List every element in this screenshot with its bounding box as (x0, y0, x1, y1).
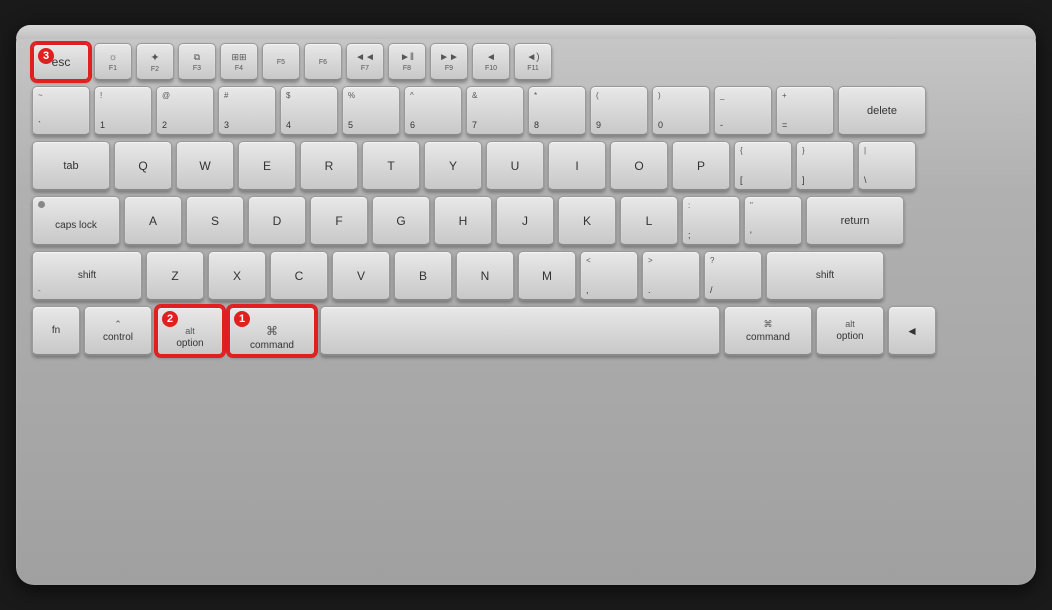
f5-key[interactable]: F5 (262, 43, 300, 81)
left-shift-key[interactable]: shift - (32, 251, 142, 301)
left-arrow-key[interactable]: ◄ (888, 306, 936, 356)
o-key[interactable]: O (610, 141, 668, 191)
delete-key[interactable]: delete (838, 86, 926, 136)
2-key[interactable]: @ 2 (156, 86, 214, 136)
space-key[interactable] (320, 306, 720, 356)
g-key[interactable]: G (372, 196, 430, 246)
tilde-key[interactable]: ~ ` (32, 86, 90, 136)
asdf-row: caps lock A S D F G H J K L : ; " ' retu… (32, 196, 1020, 246)
6-key[interactable]: ^ 6 (404, 86, 462, 136)
right-shift-key[interactable]: shift (766, 251, 884, 301)
b-key[interactable]: B (394, 251, 452, 301)
a-key[interactable]: A (124, 196, 182, 246)
fn-row: 3 esc ☼ F1 ✦ F2 ⧉ F3 ⊞⊞ F (32, 43, 1020, 81)
esc-key[interactable]: 3 esc (32, 43, 90, 81)
t-key[interactable]: T (362, 141, 420, 191)
m-key[interactable]: M (518, 251, 576, 301)
w-key[interactable]: W (176, 141, 234, 191)
y-key[interactable]: Y (424, 141, 482, 191)
f7-key[interactable]: ◄◄ F7 (346, 43, 384, 81)
semicolon-key[interactable]: : ; (682, 196, 740, 246)
f6-key[interactable]: F6 (304, 43, 342, 81)
badge-1: 1 (234, 311, 250, 327)
minus-key[interactable]: _ - (714, 86, 772, 136)
right-command-key[interactable]: ⌘ command (724, 306, 812, 356)
f4-key[interactable]: ⊞⊞ F4 (220, 43, 258, 81)
f3-key[interactable]: ⧉ F3 (178, 43, 216, 81)
backslash-key[interactable]: | \ (858, 141, 916, 191)
s-key[interactable]: S (186, 196, 244, 246)
z-key[interactable]: Z (146, 251, 204, 301)
8-key[interactable]: * 8 (528, 86, 586, 136)
e-key[interactable]: E (238, 141, 296, 191)
h-key[interactable]: H (434, 196, 492, 246)
v-key[interactable]: V (332, 251, 390, 301)
qwerty-row: tab Q W E R T Y U I O P { [ } ] | \ (32, 141, 1020, 191)
c-key[interactable]: C (270, 251, 328, 301)
k-key[interactable]: K (558, 196, 616, 246)
f10-key[interactable]: ◄ F10 (472, 43, 510, 81)
return-key[interactable]: return (806, 196, 904, 246)
5-key[interactable]: % 5 (342, 86, 400, 136)
p-key[interactable]: P (672, 141, 730, 191)
l-key[interactable]: L (620, 196, 678, 246)
esc-label: esc (52, 55, 71, 69)
fn-key[interactable]: fn (32, 306, 80, 356)
tab-key[interactable]: tab (32, 141, 110, 191)
quote-key[interactable]: " ' (744, 196, 802, 246)
x-key[interactable]: X (208, 251, 266, 301)
right-option-key[interactable]: alt option (816, 306, 884, 356)
left-command-key[interactable]: 1 ⌘ command (228, 306, 316, 356)
f9-key[interactable]: ►► F9 (430, 43, 468, 81)
n-key[interactable]: N (456, 251, 514, 301)
1-key[interactable]: ! 1 (94, 86, 152, 136)
f11-key[interactable]: ◄) F11 (514, 43, 552, 81)
caps-lock-key[interactable]: caps lock (32, 196, 120, 246)
d-key[interactable]: D (248, 196, 306, 246)
slash-key[interactable]: ? / (704, 251, 762, 301)
f1-key[interactable]: ☼ F1 (94, 43, 132, 81)
bracket-open-key[interactable]: { [ (734, 141, 792, 191)
u-key[interactable]: U (486, 141, 544, 191)
number-row: ~ ` ! 1 @ 2 # 3 $ 4 % 5 ^ 6 & 7 (32, 86, 1020, 136)
f8-key[interactable]: ►‖ F8 (388, 43, 426, 81)
q-key[interactable]: Q (114, 141, 172, 191)
left-option-key[interactable]: 2 alt option (156, 306, 224, 356)
equals-key[interactable]: + = (776, 86, 834, 136)
i-key[interactable]: I (548, 141, 606, 191)
7-key[interactable]: & 7 (466, 86, 524, 136)
9-key[interactable]: ( 9 (590, 86, 648, 136)
zxcv-row: shift - Z X C V B N M < , > . ? / shift (32, 251, 1020, 301)
r-key[interactable]: R (300, 141, 358, 191)
keyboard: 3 esc ☼ F1 ✦ F2 ⧉ F3 ⊞⊞ F (16, 25, 1036, 585)
4-key[interactable]: $ 4 (280, 86, 338, 136)
bottom-row: fn ⌃ control 2 alt option 1 ⌘ command (32, 306, 1020, 356)
badge-3: 3 (38, 48, 54, 64)
period-key[interactable]: > . (642, 251, 700, 301)
f2-key[interactable]: ✦ F2 (136, 43, 174, 81)
0-key[interactable]: ) 0 (652, 86, 710, 136)
j-key[interactable]: J (496, 196, 554, 246)
badge-2: 2 (162, 311, 178, 327)
3-key[interactable]: # 3 (218, 86, 276, 136)
control-key[interactable]: ⌃ control (84, 306, 152, 356)
f-key[interactable]: F (310, 196, 368, 246)
bracket-close-key[interactable]: } ] (796, 141, 854, 191)
comma-key[interactable]: < , (580, 251, 638, 301)
